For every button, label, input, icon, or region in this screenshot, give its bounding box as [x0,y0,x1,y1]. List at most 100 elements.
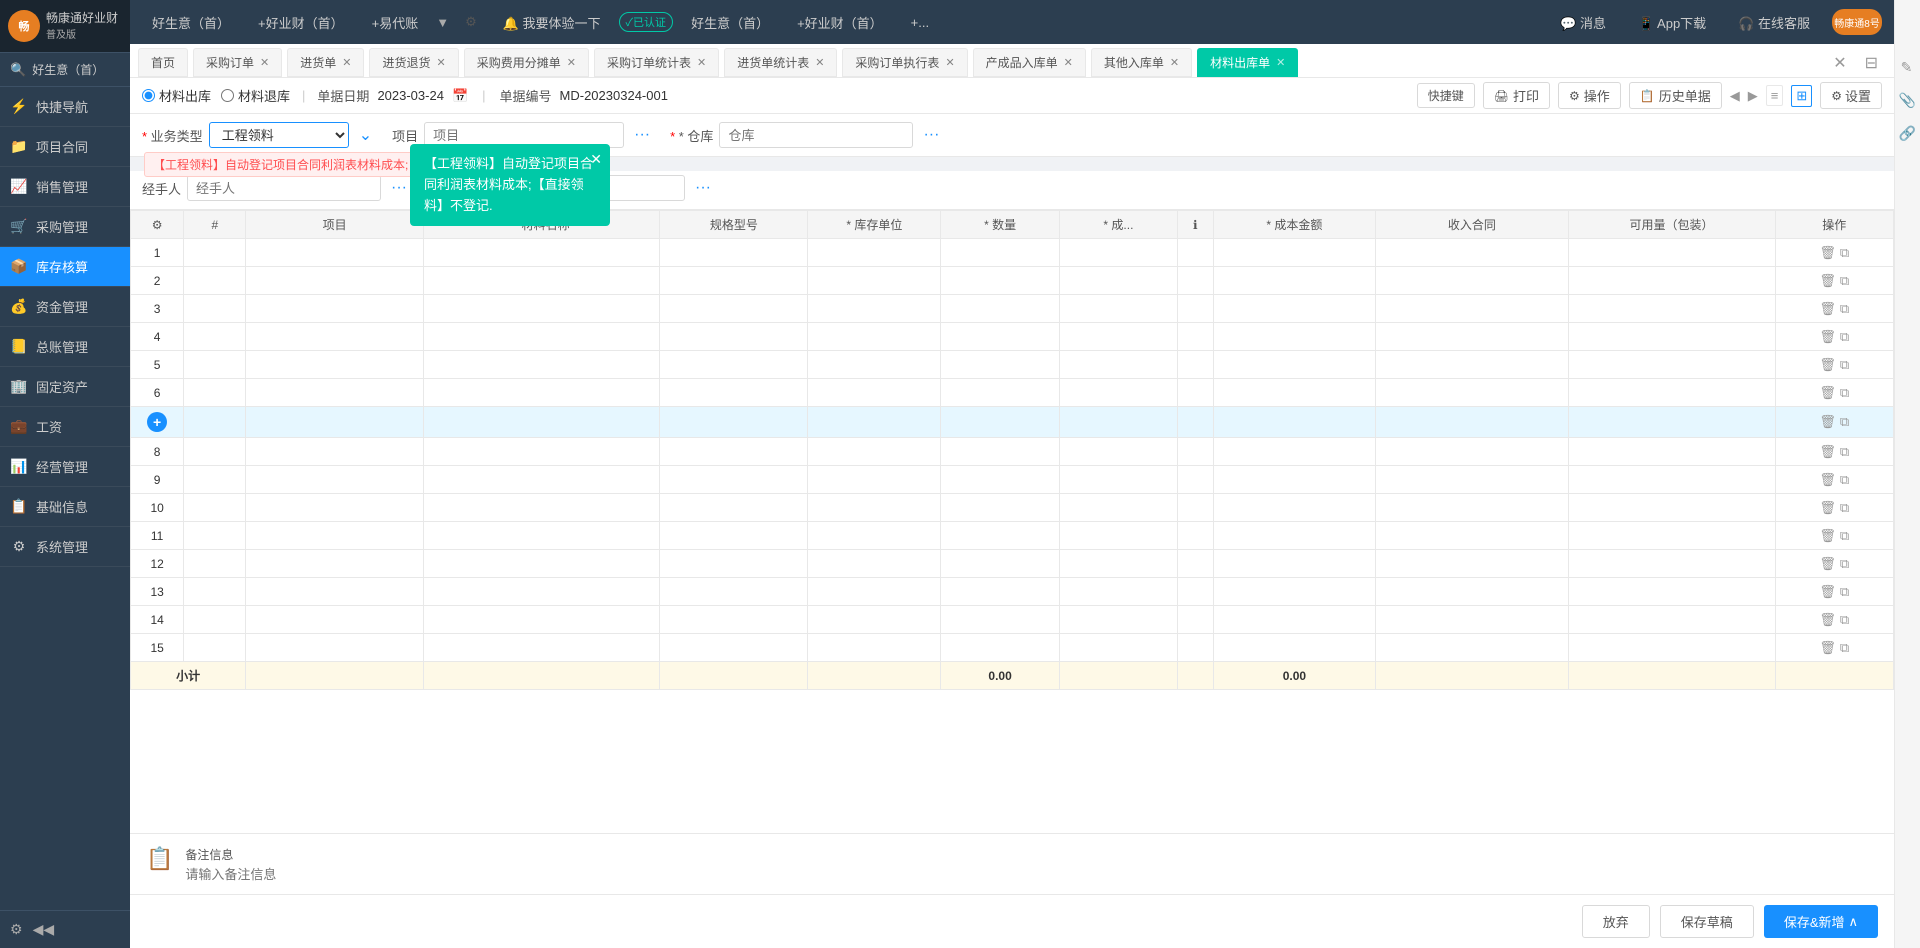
print-btn[interactable]: 🖨 打印 [1483,82,1550,109]
topbar-dropdown-icon[interactable]: ▼ [436,15,449,30]
tab-close-finished-goods[interactable]: ✕ [1064,56,1073,69]
tab-close-material-outbound[interactable]: ✕ [1276,56,1285,69]
copy-row-btn[interactable]: ⧉ [1840,640,1849,656]
settings-bottom-icon[interactable]: ⚙ [10,921,23,938]
tab-close-purchase-exec[interactable]: ✕ [945,56,954,69]
tab-close-incoming[interactable]: ✕ [342,56,351,69]
table-cell[interactable] [246,407,423,438]
topbar-settings-icon[interactable]: ⚙ [465,14,477,30]
nav-prev-btn[interactable]: ◀ [1730,88,1740,104]
tab-incoming-stats[interactable]: 进货单统计表 ✕ [724,48,837,77]
delete-row-btn[interactable]: 🗑 [1819,528,1836,544]
view-grid-btn[interactable]: ⊞ [1791,85,1812,107]
tab-purchase-exec[interactable]: 采购订单执行表 ✕ [842,48,967,77]
nav-next-btn[interactable]: ▶ [1748,88,1758,104]
tab-purchase-fee[interactable]: 采购费用分摊单 ✕ [464,48,589,77]
tooltip-close-btn[interactable]: ✕ [590,148,602,170]
copy-row-btn[interactable]: ⧉ [1840,472,1849,488]
tab-more-icon[interactable]: ⊟ [1857,53,1886,73]
topbar-message[interactable]: 💬 消息 [1550,9,1616,36]
copy-row-btn[interactable]: ⧉ [1840,528,1849,544]
delete-row-btn[interactable]: 🗑 [1819,245,1836,261]
copy-row-btn[interactable]: ⧉ [1840,556,1849,572]
sidebar-item-sales[interactable]: 📈 销售管理 [0,167,130,207]
tab-close-incoming-return[interactable]: ✕ [437,56,446,69]
user-avatar[interactable]: 畅康通8号 [1832,9,1882,35]
settings-btn[interactable]: ⚙ 设置 [1820,82,1882,109]
tab-close-purchase-stats[interactable]: ✕ [697,56,706,69]
view-list-btn[interactable]: ≡ [1766,85,1784,106]
copy-row-btn[interactable]: ⧉ [1840,301,1849,317]
handler-dots[interactable]: ··· [391,179,407,197]
collapse-icon[interactable]: ◀◀ [33,921,55,938]
delete-row-btn[interactable]: 🗑 [1819,472,1836,488]
copy-row-btn[interactable]: ⧉ [1840,357,1849,373]
tab-close-all[interactable]: ✕ [1825,53,1854,73]
sidebar-item-payroll[interactable]: 💼 工资 [0,407,130,447]
copy-row-btn[interactable]: ⧉ [1840,329,1849,345]
delete-row-btn[interactable]: 🗑 [1819,414,1836,430]
sidebar-item-system[interactable]: ⚙ 系统管理 [0,527,130,567]
right-panel-attachment-icon[interactable]: 📎 [1899,92,1916,109]
topbar-item-haoshengyi2[interactable]: 好生意（首） [681,9,779,36]
topbar-item-haoyecai[interactable]: +好业财（首） [248,9,354,36]
delete-row-btn[interactable]: 🗑 [1819,273,1836,289]
tab-material-outbound[interactable]: 材料出库单 ✕ [1197,48,1298,77]
sidebar-item-operations[interactable]: 📊 经营管理 [0,447,130,487]
delete-row-btn[interactable]: 🗑 [1819,444,1836,460]
sidebar-search[interactable]: 🔍 好生意（首） [0,53,130,87]
save-draft-btn[interactable]: 保存草稿 [1660,905,1754,938]
add-row-btn[interactable]: + [147,412,167,432]
copy-row-btn[interactable]: ⧉ [1840,414,1849,430]
radio-return[interactable]: 材料退库 [221,86,290,105]
active-row-material-input[interactable] [252,410,416,434]
tab-close-other-inbound[interactable]: ✕ [1170,56,1179,69]
topbar-item-more[interactable]: +... [901,11,939,34]
tab-other-inbound[interactable]: 其他入库单 ✕ [1091,48,1192,77]
tab-purchase-order[interactable]: 采购订单 ✕ [193,48,282,77]
shortcut-key-btn[interactable]: 快捷键 [1417,83,1475,108]
sidebar-item-basic-info[interactable]: 📋 基础信息 [0,487,130,527]
tab-finished-goods[interactable]: 产成品入库单 ✕ [973,48,1086,77]
business-type-dots[interactable]: ⌄ [359,125,372,145]
copy-row-btn[interactable]: ⧉ [1840,385,1849,401]
tab-close-incoming-stats[interactable]: ✕ [815,56,824,69]
save-new-btn[interactable]: 保存&新增 ∧ [1764,905,1878,938]
radio-return-input[interactable] [221,89,234,102]
history-order-btn[interactable]: 📋 历史单据 [1629,82,1722,109]
topbar-app-download[interactable]: 📱 App下载 [1628,9,1716,36]
delete-row-btn[interactable]: 🗑 [1819,301,1836,317]
tab-incoming-return[interactable]: 进货退货 ✕ [369,48,458,77]
sidebar-item-finance[interactable]: 💰 资金管理 [0,287,130,327]
topbar-item-experience[interactable]: 🔔 我要体验一下 [493,9,611,36]
right-panel-edit-icon[interactable]: ✎ [1900,60,1916,76]
sidebar-item-accounting[interactable]: 📒 总账管理 [0,327,130,367]
copy-row-btn[interactable]: ⧉ [1840,444,1849,460]
delete-row-btn[interactable]: 🗑 [1819,612,1836,628]
operation-btn[interactable]: ⚙ 操作 [1558,82,1621,109]
right-panel-link-icon[interactable]: 🔗 [1899,125,1916,142]
handler-input[interactable] [187,175,381,201]
tab-close-purchase-fee[interactable]: ✕ [567,56,576,69]
sidebar-item-inventory[interactable]: 📦 库存核算 [0,247,130,287]
tab-close-purchase-order[interactable]: ✕ [260,56,269,69]
sidebar-item-purchase[interactable]: 🛒 采购管理 [0,207,130,247]
copy-row-btn[interactable]: ⧉ [1840,273,1849,289]
col-header-settings[interactable]: ⚙ [131,211,184,239]
delete-row-btn[interactable]: 🗑 [1819,500,1836,516]
topbar-item-haoyecai2[interactable]: +好业财（首） [787,9,893,36]
tab-purchase-stats[interactable]: 采购订单统计表 ✕ [594,48,719,77]
delete-row-btn[interactable]: 🗑 [1819,357,1836,373]
copy-row-btn[interactable]: ⧉ [1840,500,1849,516]
project-dots[interactable]: ··· [634,126,650,144]
active-row-project-input[interactable] [190,410,239,434]
delete-row-btn[interactable]: 🗑 [1819,640,1836,656]
calendar-icon[interactable]: 📅 [452,88,468,104]
topbar-item-yidaizhang[interactable]: +易代账 [362,9,429,36]
warehouse-dots[interactable]: ··· [923,126,939,144]
topbar-item-haoshengyi[interactable]: 好生意（首） [142,9,240,36]
radio-outbound-input[interactable] [142,89,155,102]
sidebar-item-fixed-assets[interactable]: 🏢 固定资产 [0,367,130,407]
warehouse-input[interactable] [719,122,913,148]
delete-row-btn[interactable]: 🗑 [1819,584,1836,600]
